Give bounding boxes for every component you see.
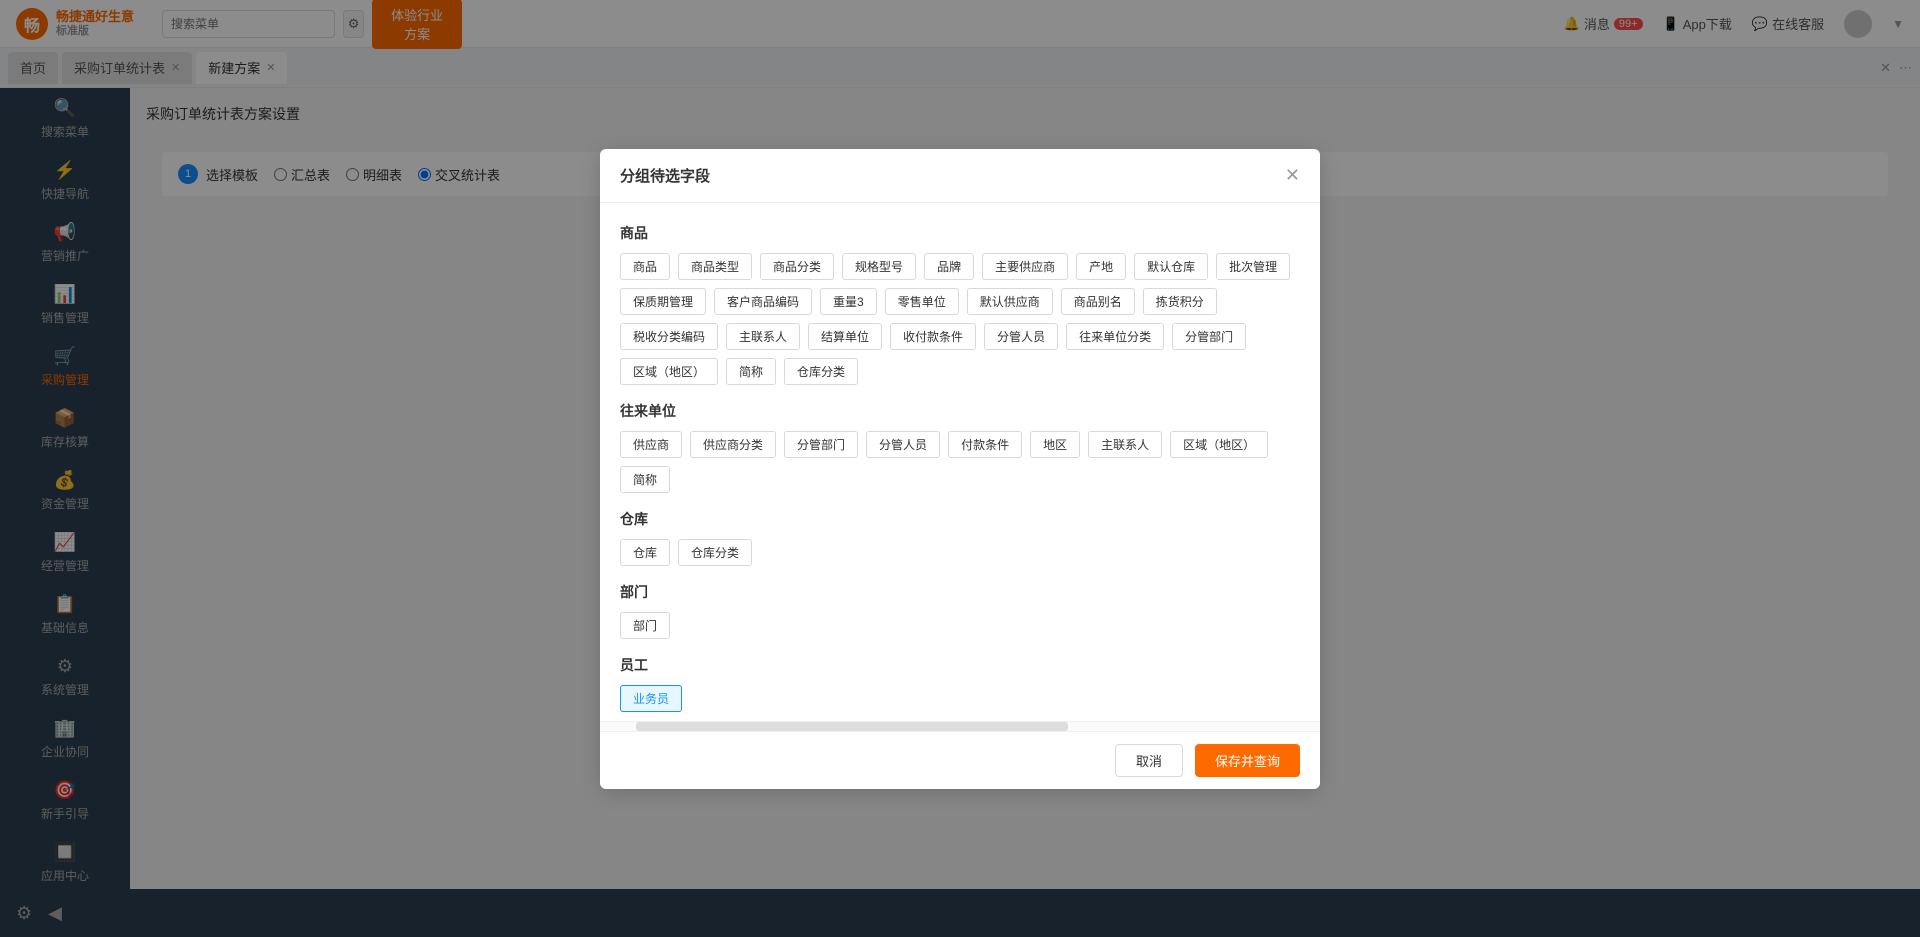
field-tag-supervisor[interactable]: 分管人员 — [984, 323, 1058, 350]
field-tag-pick-points[interactable]: 拣货积分 — [1143, 288, 1217, 315]
field-tag-retail-unit[interactable]: 零售单位 — [885, 288, 959, 315]
field-tag-default-warehouse[interactable]: 默认仓库 — [1134, 253, 1208, 280]
modal-horizontal-scrollbar[interactable] — [600, 721, 1320, 731]
section-warehouse: 仓库 仓库 仓库分类 — [620, 509, 1300, 566]
field-tag-dept[interactable]: 分管部门 — [1172, 323, 1246, 350]
field-tag-partner-short-name[interactable]: 简称 — [620, 466, 670, 493]
field-tag-partner-region[interactable]: 区域（地区） — [1170, 431, 1268, 458]
save-query-button[interactable]: 保存并查询 — [1195, 744, 1300, 777]
modal-body: 商品 商品 商品类型 商品分类 规格型号 品牌 主要供应商 产地 默认仓库 批次… — [600, 203, 1320, 721]
warehouse-fields-group: 仓库 仓库分类 — [620, 539, 1300, 566]
field-tag-expiry-mgmt[interactable]: 保质期管理 — [620, 288, 706, 315]
department-fields-group: 部门 — [620, 612, 1300, 639]
section-warehouse-title: 仓库 — [620, 509, 1300, 529]
section-employee: 员工 业务员 — [620, 655, 1300, 712]
field-tag-partner-category[interactable]: 往来单位分类 — [1066, 323, 1164, 350]
field-tag-batch-mgmt[interactable]: 批次管理 — [1216, 253, 1290, 280]
field-tag-product-category[interactable]: 商品分类 — [760, 253, 834, 280]
product-fields-group: 商品 商品类型 商品分类 规格型号 品牌 主要供应商 产地 默认仓库 批次管理 … — [620, 253, 1300, 385]
field-tag-weight[interactable]: 重量3 — [820, 288, 877, 315]
modal-footer: 取消 保存并查询 — [600, 731, 1320, 789]
section-product: 商品 商品 商品类型 商品分类 规格型号 品牌 主要供应商 产地 默认仓库 批次… — [620, 223, 1300, 385]
field-tag-product[interactable]: 商品 — [620, 253, 670, 280]
field-tag-salesperson[interactable]: 业务员 — [620, 685, 682, 712]
field-tag-warehouse-category[interactable]: 仓库分类 — [784, 358, 858, 385]
field-tag-product-alias[interactable]: 商品别名 — [1061, 288, 1135, 315]
modal-overlay: 分组待选字段 ✕ 商品 商品 商品类型 商品分类 规格型号 品牌 主要供应商 产… — [0, 0, 1920, 937]
partner-fields-group: 供应商 供应商分类 分管部门 分管人员 付款条件 地区 主联系人 区域（地区） … — [620, 431, 1300, 493]
field-tag-warehouse-cat[interactable]: 仓库分类 — [678, 539, 752, 566]
field-tag-area[interactable]: 地区 — [1030, 431, 1080, 458]
field-tag-spec-model[interactable]: 规格型号 — [842, 253, 916, 280]
section-partner: 往来单位 供应商 供应商分类 分管部门 分管人员 付款条件 地区 主联系人 区域… — [620, 401, 1300, 493]
field-tag-origin[interactable]: 产地 — [1076, 253, 1126, 280]
field-tag-default-supplier[interactable]: 默认供应商 — [967, 288, 1053, 315]
field-tag-tax-code[interactable]: 税收分类编码 — [620, 323, 718, 350]
cancel-button[interactable]: 取消 — [1115, 744, 1183, 777]
field-tag-warehouse[interactable]: 仓库 — [620, 539, 670, 566]
field-select-modal: 分组待选字段 ✕ 商品 商品 商品类型 商品分类 规格型号 品牌 主要供应商 产… — [600, 149, 1320, 789]
field-tag-product-type[interactable]: 商品类型 — [678, 253, 752, 280]
modal-close-icon[interactable]: ✕ — [1285, 166, 1300, 184]
field-tag-payment-condition[interactable]: 付款条件 — [948, 431, 1022, 458]
field-tag-department[interactable]: 部门 — [620, 612, 670, 639]
field-tag-brand[interactable]: 品牌 — [924, 253, 974, 280]
modal-header: 分组待选字段 ✕ — [600, 149, 1320, 203]
section-product-title: 商品 — [620, 223, 1300, 243]
section-department: 部门 部门 — [620, 582, 1300, 639]
employee-fields-group: 业务员 — [620, 685, 1300, 712]
modal-title: 分组待选字段 — [620, 165, 710, 186]
field-tag-short-name[interactable]: 简称 — [726, 358, 776, 385]
section-partner-title: 往来单位 — [620, 401, 1300, 421]
section-department-title: 部门 — [620, 582, 1300, 602]
field-tag-partner-dept[interactable]: 分管部门 — [784, 431, 858, 458]
field-tag-partner-supervisor[interactable]: 分管人员 — [866, 431, 940, 458]
field-tag-main-contact[interactable]: 主联系人 — [726, 323, 800, 350]
field-tag-main-supplier[interactable]: 主要供应商 — [982, 253, 1068, 280]
field-tag-payment-terms[interactable]: 收付款条件 — [890, 323, 976, 350]
modal-hscroll-thumb[interactable] — [636, 722, 1068, 731]
field-tag-settlement-unit[interactable]: 结算单位 — [808, 323, 882, 350]
field-tag-supplier-category[interactable]: 供应商分类 — [690, 431, 776, 458]
field-tag-partner-main-contact[interactable]: 主联系人 — [1088, 431, 1162, 458]
field-tag-supplier[interactable]: 供应商 — [620, 431, 682, 458]
field-tag-region[interactable]: 区域（地区） — [620, 358, 718, 385]
section-employee-title: 员工 — [620, 655, 1300, 675]
field-tag-customer-code[interactable]: 客户商品编码 — [714, 288, 812, 315]
